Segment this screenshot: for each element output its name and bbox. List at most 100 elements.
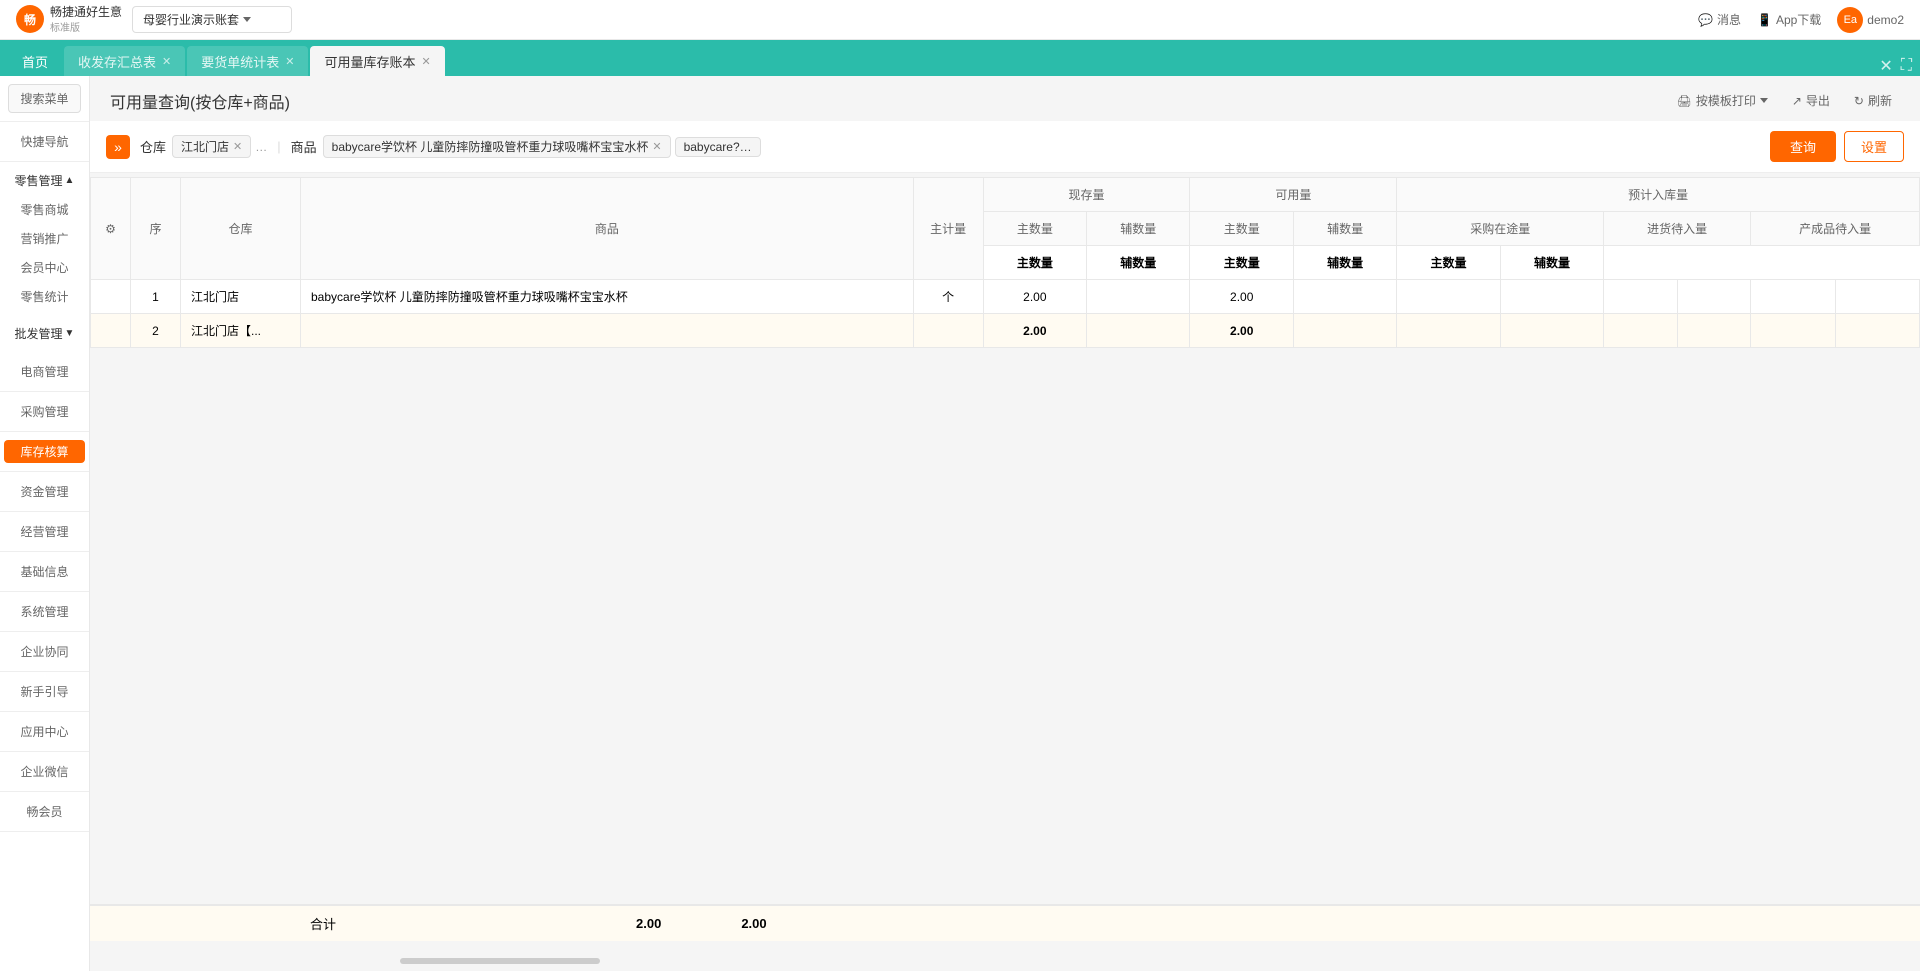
th-available: 可用量 [1190, 178, 1397, 212]
product-tag-babycare2: babycare?… [675, 137, 761, 157]
export-label: 导出 [1806, 92, 1830, 109]
th-unit: 主计量 [913, 178, 983, 280]
refresh-button[interactable]: ↻ 刷新 [1846, 88, 1900, 113]
sidebar-item-operations[interactable]: 经营管理 [0, 512, 89, 552]
sidebar-item-system-mgmt[interactable]: 系统管理 [0, 592, 89, 632]
print-template-button[interactable]: 🖨 按模板打印 [1669, 88, 1776, 113]
sidebar-item-finance[interactable]: 资金管理 [0, 472, 89, 512]
warehouse-filter-label: 仓库 [140, 137, 166, 156]
sidebar-search-box[interactable]: 搜索菜单 [8, 84, 81, 113]
sidebar-item-quick-nav[interactable]: 快捷导航 [0, 122, 89, 162]
table-body: 1 江北门店 babycare学饮杯 儿童防摔防撞吸管杯重力球吸嘴杯宝宝水杯 个… [91, 280, 1920, 348]
row1-pi-main [1397, 280, 1500, 314]
sidebar-item-inventory[interactable]: 库存核算 [0, 432, 89, 472]
top-bar-left: 畅 畅捷通好生意 标准版 母婴行业演示账套 [16, 5, 292, 34]
sidebar-item-marketing[interactable]: 营销推广 [4, 224, 85, 253]
table-header-row1: ⚙ 序 仓库 商品 主计量 现存量 可用量 预计入库量 [91, 178, 1920, 212]
sidebar-app-center-label: 应用中心 [4, 720, 85, 743]
sidebar-finance-label: 资金管理 [4, 480, 85, 503]
sidebar-ecommerce-label: 电商管理 [4, 360, 85, 383]
row1-cs-aux [1087, 280, 1190, 314]
row2-av-aux [1293, 314, 1396, 348]
table-footer: 合计 2.00 2.00 [90, 904, 1920, 941]
sidebar-item-enterprise-wechat[interactable]: 企业微信 [0, 752, 89, 792]
th-av-aux: 辅数量 [1293, 212, 1396, 246]
app-download-icon: 📱 [1757, 13, 1772, 27]
sidebar-inventory-label: 库存核算 [4, 440, 85, 463]
sidebar-wholesale-mgmt-header[interactable]: 批发管理 ▼ [4, 319, 85, 348]
sidebar-purchase-label: 采购管理 [4, 400, 85, 423]
th-warehouse: 仓库 [181, 178, 301, 280]
industry-selector[interactable]: 母婴行业演示账套 [132, 6, 292, 33]
sidebar-wholesale-mgmt-label: 批发管理 [15, 325, 63, 342]
th-purchase-in: 采购在途量 [1397, 212, 1604, 246]
nav-close-button[interactable]: ✕ [1879, 56, 1892, 76]
content-area: 可用量查询(按仓库+商品) 🖨 按模板打印 ↗ 导出 ↻ 刷新 » [90, 76, 1920, 971]
logo-sub: 标准版 [50, 19, 122, 34]
tab-available-stock-close[interactable]: ✕ [422, 55, 431, 68]
warehouse-tag-jiangbei: 江北门店 ✕ [172, 135, 251, 158]
logo-area: 畅 畅捷通好生意 标准版 [16, 5, 122, 34]
row2-pi-aux [1500, 314, 1603, 348]
settings-button[interactable]: 设置 [1844, 131, 1904, 162]
tab-receipt-summary-close[interactable]: ✕ [162, 55, 171, 68]
row1-warehouse: 江北门店 [181, 280, 301, 314]
sidebar-item-retail-mall[interactable]: 零售商城 [4, 195, 85, 224]
sidebar-retail-mgmt-header[interactable]: 零售管理 ▲ [4, 166, 85, 195]
row1-product: babycare学饮杯 儿童防摔防撞吸管杯重力球吸嘴杯宝宝水杯 [301, 280, 914, 314]
nav-tabs: 首页 收发存汇总表 ✕ 要货单统计表 ✕ 可用量库存账本 ✕ ✕ ⛶ [0, 40, 1920, 76]
message-button[interactable]: 💬 消息 [1698, 11, 1741, 28]
user-name: demo2 [1867, 13, 1904, 27]
row2-check [91, 314, 131, 348]
query-button[interactable]: 查询 [1770, 131, 1836, 162]
footer-av-main: 2.00 [741, 916, 766, 931]
sidebar-section-wholesale-mgmt: 批发管理 ▼ [0, 315, 89, 352]
sidebar-item-basic-info[interactable]: 基础信息 [0, 552, 89, 592]
row1-pp-aux [1835, 280, 1920, 314]
sidebar-search[interactable]: 搜索菜单 [0, 76, 89, 122]
sidebar-item-vip-member[interactable]: 畅会员 [0, 792, 89, 832]
sidebar-item-purchase[interactable]: 采购管理 [0, 392, 89, 432]
th-av-main: 主数量 [1190, 212, 1293, 246]
tab-available-stock[interactable]: 可用量库存账本 ✕ [310, 46, 444, 76]
th-settings[interactable]: ⚙ [91, 178, 131, 280]
warehouse-filter-tags: 江北门店 ✕ … [172, 135, 267, 158]
warehouse-filter-group: 仓库 江北门店 ✕ … [140, 135, 267, 158]
sidebar-item-ecommerce[interactable]: 电商管理 [0, 352, 89, 392]
horizontal-scrollbar[interactable] [90, 951, 1920, 971]
warehouse-filter-more[interactable]: … [255, 140, 267, 154]
nav-expand-button[interactable]: ⛶ [1901, 57, 1912, 75]
filter-expand-button[interactable]: » [106, 135, 130, 159]
sidebar-section-retail-mgmt: 零售管理 ▲ 零售商城 营销推广 会员中心 零售统计 [0, 162, 89, 315]
row2-cs-aux [1087, 314, 1190, 348]
row1-av-main: 2.00 [1190, 280, 1293, 314]
th-product: 商品 [301, 178, 914, 280]
tab-order-stats[interactable]: 要货单统计表 ✕ [187, 46, 308, 76]
warehouse-tag-close[interactable]: ✕ [233, 140, 242, 153]
sidebar-item-retail-stats[interactable]: 零售统计 [4, 282, 85, 311]
app-download-label: App下载 [1776, 11, 1821, 28]
th-cs-main: 主数量 [983, 212, 1086, 246]
logo-text: 畅捷通好生意 [50, 5, 122, 19]
triangle-down-icon: ▼ [65, 328, 75, 339]
tab-order-stats-close[interactable]: ✕ [285, 55, 294, 68]
sidebar-item-new-guide[interactable]: 新手引导 [0, 672, 89, 712]
sidebar-item-enterprise-collab[interactable]: 企业协同 [0, 632, 89, 672]
triangle-up-icon: ▲ [65, 175, 75, 186]
sidebar-item-app-center[interactable]: 应用中心 [0, 712, 89, 752]
table-row: 2 江北门店【... 2.00 2.00 [91, 314, 1920, 348]
data-table: ⚙ 序 仓库 商品 主计量 现存量 可用量 预计入库量 主数量 辅数量 主数量 … [90, 177, 1920, 348]
tab-home[interactable]: 首页 [8, 46, 62, 76]
th-ip-aux: 辅数量 [1293, 246, 1396, 280]
row1-pi-aux [1500, 280, 1603, 314]
product-tag-babycare: babycare学饮杯 儿童防摔防撞吸管杯重力球吸嘴杯宝宝水杯 ✕ [323, 135, 671, 158]
tab-receipt-summary[interactable]: 收发存汇总表 ✕ [64, 46, 185, 76]
product-tag-close[interactable]: ✕ [652, 140, 661, 153]
sidebar-item-member-center[interactable]: 会员中心 [4, 253, 85, 282]
row1-av-aux [1293, 280, 1396, 314]
page-header: 可用量查询(按仓库+商品) 🖨 按模板打印 ↗ 导出 ↻ 刷新 [90, 76, 1920, 121]
sidebar-enterprise-wechat-label: 企业微信 [4, 760, 85, 783]
export-button[interactable]: ↗ 导出 [1784, 88, 1838, 113]
user-profile[interactable]: Ea demo2 [1837, 7, 1904, 33]
app-download-button[interactable]: 📱 App下载 [1757, 11, 1821, 28]
